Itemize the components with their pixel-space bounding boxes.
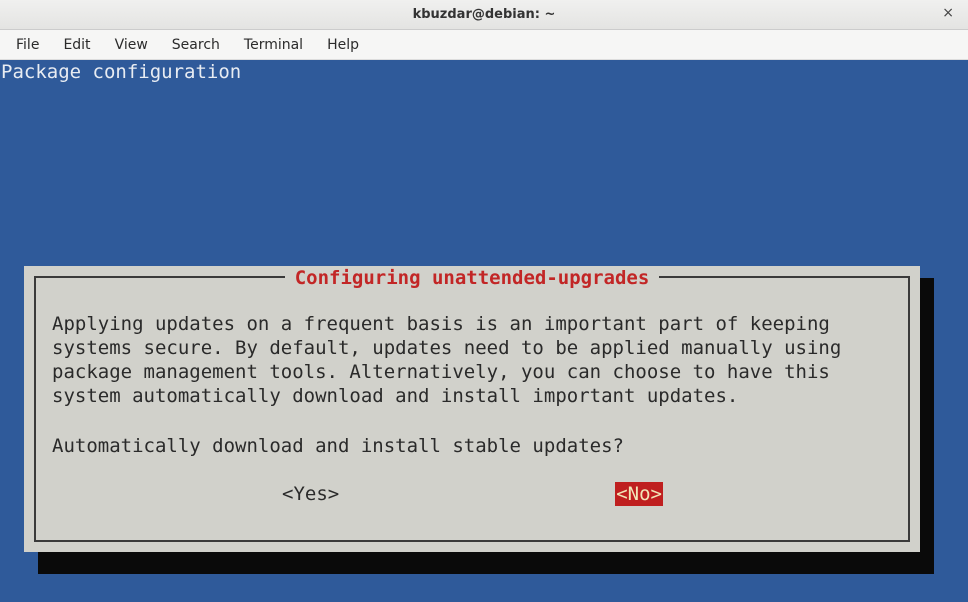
window-title: kbuzdar@debian: ~	[413, 7, 556, 22]
window-titlebar: kbuzdar@debian: ~ ×	[0, 0, 968, 30]
menu-edit[interactable]: Edit	[53, 33, 100, 57]
dialog-buttons: <Yes> <No>	[36, 458, 908, 506]
menu-terminal[interactable]: Terminal	[234, 33, 313, 57]
dialog-title: Configuring unattended-upgrades	[285, 266, 660, 290]
dialog-frame: Configuring unattended-upgrades Applying…	[34, 276, 910, 542]
menu-file[interactable]: File	[6, 33, 49, 57]
terminal-area: Package configuration Configuring unatte…	[0, 60, 968, 602]
yes-button[interactable]: <Yes>	[282, 482, 339, 506]
menu-help[interactable]: Help	[317, 33, 369, 57]
package-config-header: Package configuration	[0, 60, 968, 84]
menu-view[interactable]: View	[105, 33, 158, 57]
dialog-body-text: Applying updates on a frequent basis is …	[36, 278, 908, 420]
menu-bar: File Edit View Search Terminal Help	[0, 30, 968, 60]
config-dialog: Configuring unattended-upgrades Applying…	[24, 266, 920, 552]
dialog-question: Automatically download and install stabl…	[36, 420, 908, 458]
menu-search[interactable]: Search	[162, 33, 230, 57]
dialog-title-wrap: Configuring unattended-upgrades	[36, 266, 908, 290]
no-button[interactable]: <No>	[615, 482, 663, 506]
close-icon[interactable]: ×	[938, 5, 958, 21]
